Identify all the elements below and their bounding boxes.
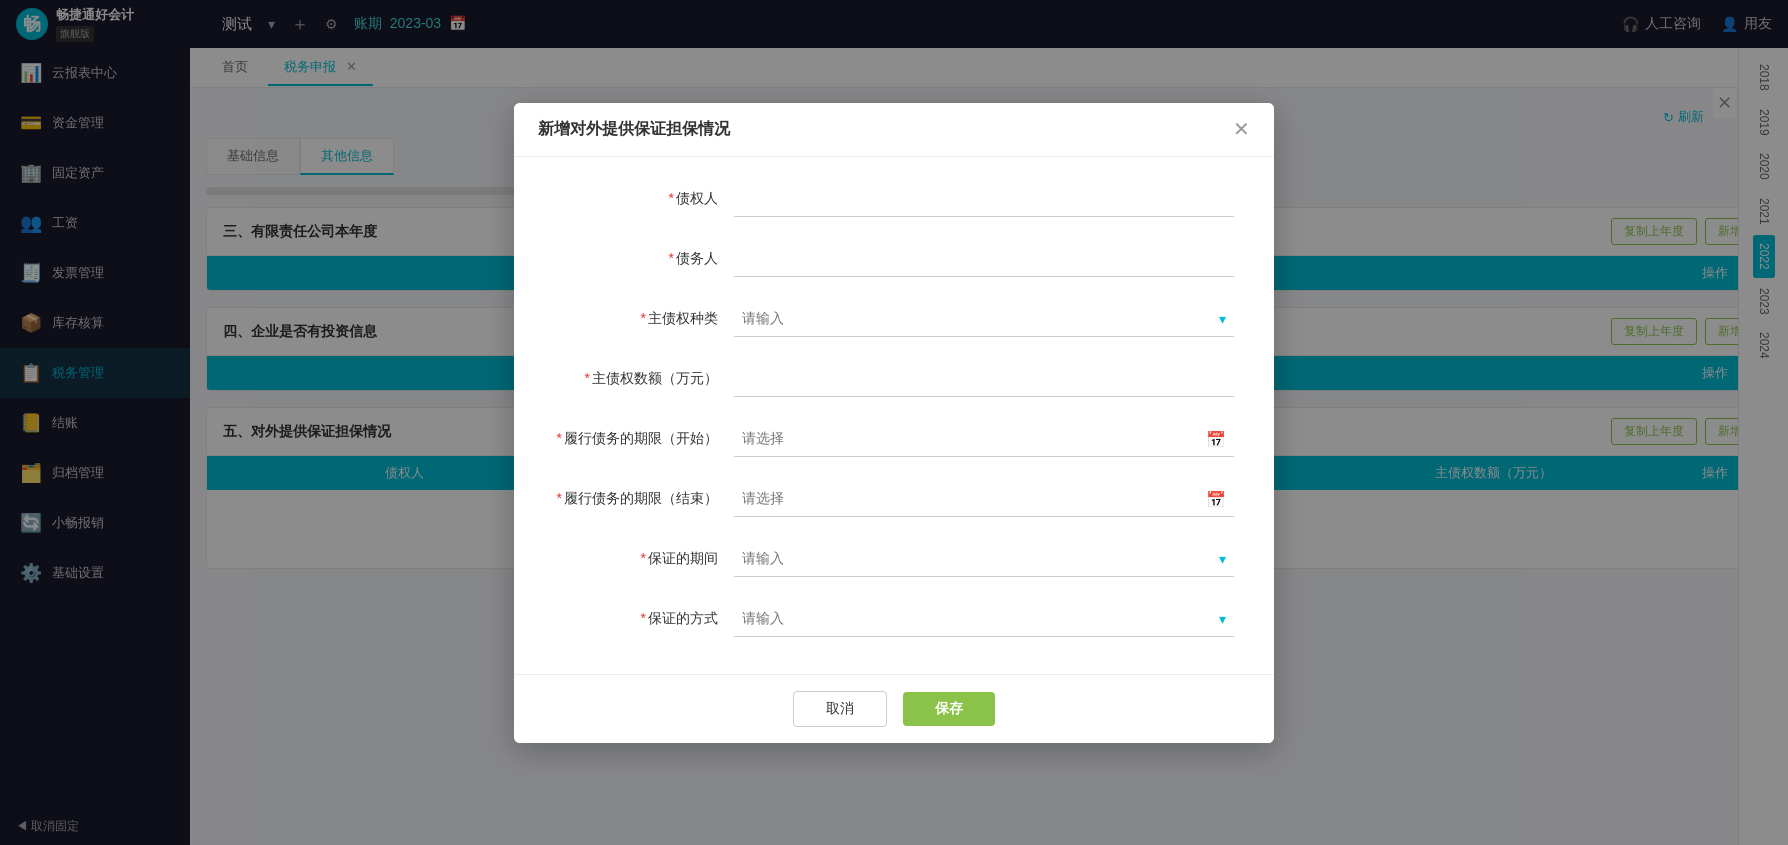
label-baozhengqijian: *保证的期间: [554, 550, 734, 568]
input-wrap-zhaiquanren: [734, 181, 1234, 217]
dialog-title: 新增对外提供保证担保情况: [538, 119, 730, 140]
input-zhaiwuren[interactable]: [734, 241, 1234, 277]
form-row-baozhengqijian: *保证的期间 ▾: [554, 541, 1234, 577]
form-row-zhuleixing: *主债权种类 ▾: [554, 301, 1234, 337]
dialog-header: 新增对外提供保证担保情况 ✕: [514, 103, 1274, 157]
dialog-body: *债权人 *债务人 *主债权种类: [514, 157, 1274, 674]
select-wrap-baozhengfangshi: ▾: [734, 601, 1234, 637]
date-input-lvxing-end[interactable]: [734, 481, 1234, 517]
label-zhushu: *主债权数额（万元）: [554, 370, 734, 388]
label-lvxing-end: *履行债务的期限（结束）: [554, 490, 734, 508]
label-lvxing-start: *履行债务的期限（开始）: [554, 430, 734, 448]
label-zhuleixing: *主债权种类: [554, 310, 734, 328]
select-baozhengfangshi[interactable]: [734, 601, 1234, 637]
label-zhaiwuren: *债务人: [554, 250, 734, 268]
date-wrap-lvxing-start: 📅: [734, 421, 1234, 457]
select-zhuleixing[interactable]: [734, 301, 1234, 337]
form-row-zhaiquanren: *债权人: [554, 181, 1234, 217]
date-input-lvxing-start[interactable]: [734, 421, 1234, 457]
select-baozhengqijian[interactable]: [734, 541, 1234, 577]
input-wrap-zhaiwuren: [734, 241, 1234, 277]
dialog-overlay: 新增对外提供保证担保情况 ✕ *债权人 *债务人: [0, 0, 1788, 845]
form-row-lvxing-start: *履行债务的期限（开始） 📅: [554, 421, 1234, 457]
form-row-zhushu: *主债权数额（万元）: [554, 361, 1234, 397]
label-baozhengfangshi: *保证的方式: [554, 610, 734, 628]
select-wrap-baozhengqijian: ▾: [734, 541, 1234, 577]
dialog: 新增对外提供保证担保情况 ✕ *债权人 *债务人: [514, 103, 1274, 743]
dialog-footer: 取消 保存: [514, 674, 1274, 743]
select-wrap-zhuleixing: ▾: [734, 301, 1234, 337]
form-row-zhaiwuren: *债务人: [554, 241, 1234, 277]
form-row-baozhengfangshi: *保证的方式 ▾: [554, 601, 1234, 637]
form-row-lvxing-end: *履行债务的期限（结束） 📅: [554, 481, 1234, 517]
date-wrap-lvxing-end: 📅: [734, 481, 1234, 517]
cancel-button[interactable]: 取消: [793, 691, 887, 727]
input-zhaiquanren[interactable]: [734, 181, 1234, 217]
input-zhushu[interactable]: [734, 361, 1234, 397]
dialog-close-button[interactable]: ✕: [1233, 119, 1250, 139]
input-wrap-zhushu: [734, 361, 1234, 397]
save-button[interactable]: 保存: [903, 692, 995, 726]
label-zhaiquanren: *债权人: [554, 190, 734, 208]
